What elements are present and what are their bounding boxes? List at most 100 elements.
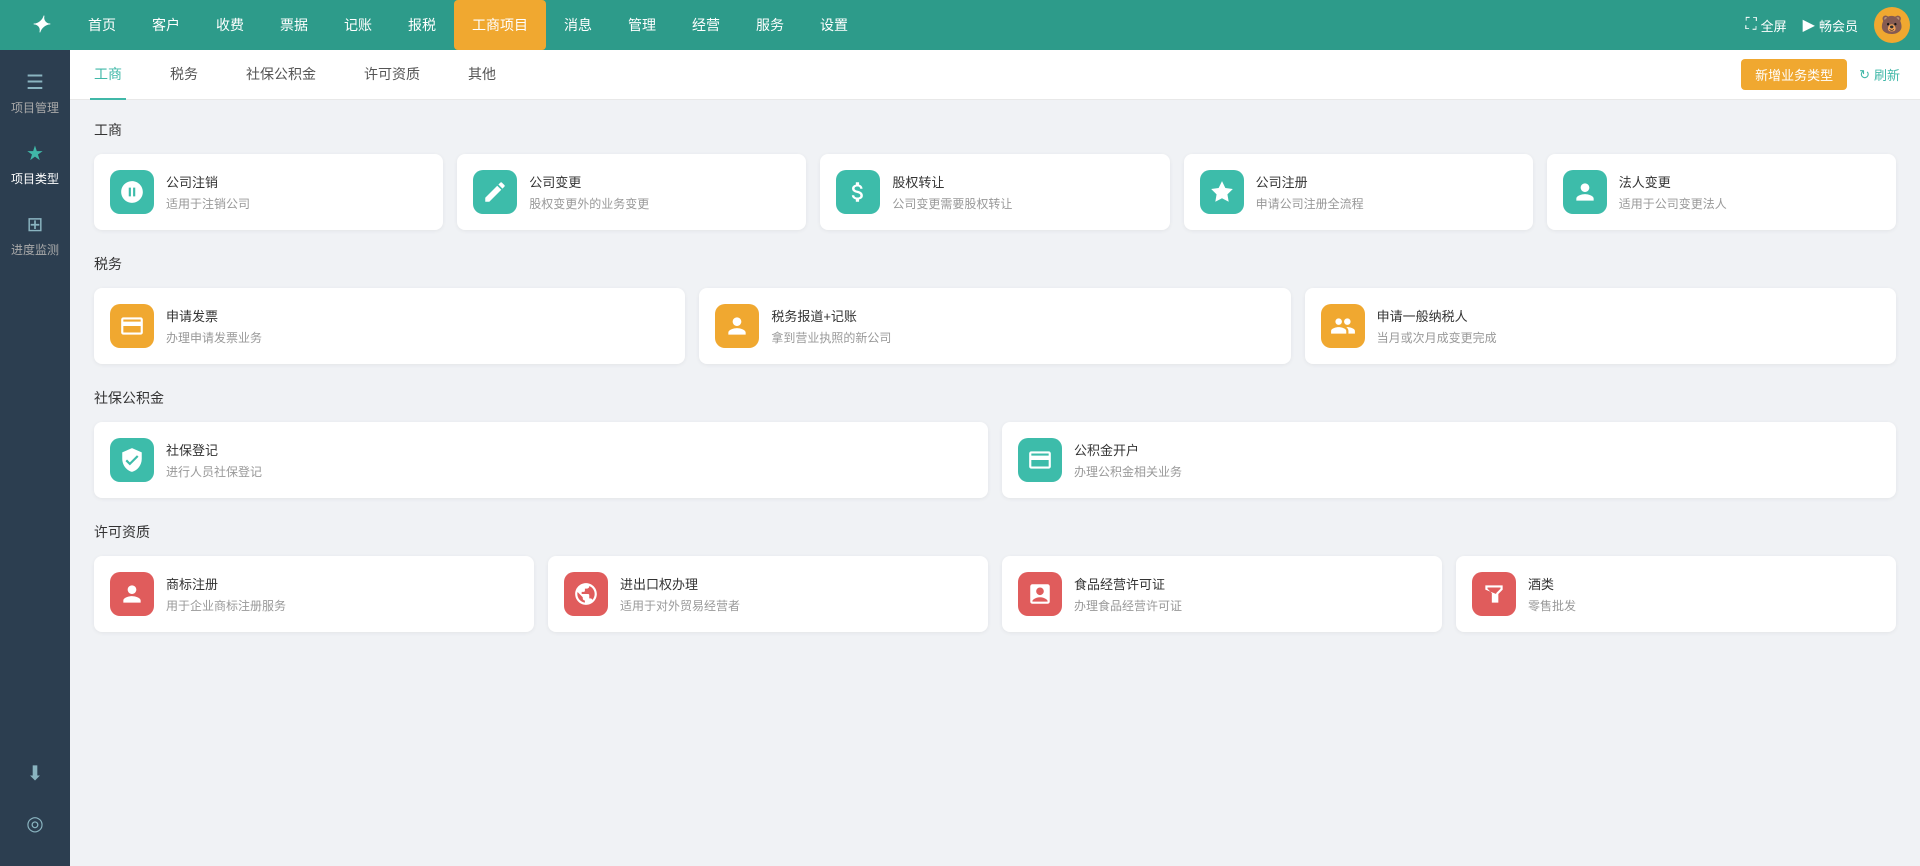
card-company-register-text: 公司注册 申请公司注册全流程	[1256, 172, 1364, 212]
nav-message[interactable]: 消息	[546, 0, 610, 50]
card-trademark-text: 商标注册 用于企业商标注册服务	[166, 574, 286, 614]
card-company-cancel-desc: 适用于注销公司	[166, 195, 250, 212]
card-import-export-text: 进出口权办理 适用于对外贸易经营者	[620, 574, 740, 614]
section-title-shuiwu: 税务	[94, 254, 1896, 274]
card-general-taxpayer-text: 申请一般纳税人 当月或次月成变更完成	[1377, 306, 1497, 346]
card-tax-report-text: 税务报道+记账 拿到营业执照的新公司	[771, 306, 891, 346]
sidebar-download[interactable]: ⬇	[0, 751, 70, 796]
tab-gongshang[interactable]: 工商	[90, 50, 126, 100]
card-company-change-title: 公司变更	[529, 172, 649, 191]
main-content: 工商 税务 社保公积金 许可资质 其他 新增业务类型 ↻ 刷新 工商	[70, 50, 1920, 866]
sidebar: ☰ 项目管理 ★ 项目类型 ⊞ 进度监测 ⬇ ◎	[0, 50, 70, 866]
general-taxpayer-icon	[1321, 304, 1365, 348]
refresh-button[interactable]: ↻ 刷新	[1859, 65, 1900, 84]
card-equity-transfer[interactable]: 股权转让 公司变更需要股权转让	[820, 154, 1169, 230]
location-icon: ◎	[26, 811, 43, 836]
member-icon: ▶	[1803, 15, 1815, 35]
card-company-register-title: 公司注册	[1256, 172, 1364, 191]
card-food-license-text: 食品经营许可证 办理食品经营许可证	[1074, 574, 1182, 614]
card-apply-invoice-title: 申请发票	[166, 306, 262, 325]
card-general-taxpayer[interactable]: 申请一般纳税人 当月或次月成变更完成	[1305, 288, 1896, 364]
card-import-export-desc: 适用于对外贸易经营者	[620, 597, 740, 614]
star-icon: ★	[26, 141, 44, 166]
card-legal-change-desc: 适用于公司变更法人	[1619, 195, 1727, 212]
card-social-insurance[interactable]: 社保登记 进行人员社保登记	[94, 422, 988, 498]
nav-bookkeeping[interactable]: 记账	[326, 0, 390, 50]
card-provident-fund-desc: 办理公积金相关业务	[1074, 463, 1182, 480]
app-logo: ✦	[10, 0, 70, 50]
nav-manage[interactable]: 管理	[610, 0, 674, 50]
card-company-change-text: 公司变更 股权变更外的业务变更	[529, 172, 649, 212]
add-type-button[interactable]: 新增业务类型	[1741, 59, 1847, 90]
nav-service[interactable]: 服务	[738, 0, 802, 50]
xuke-card-grid: 商标注册 用于企业商标注册服务 进出口权办理 适用于对外贸易经营者	[94, 556, 1896, 632]
nav-operation[interactable]: 经营	[674, 0, 738, 50]
card-import-export-title: 进出口权办理	[620, 574, 740, 593]
card-company-cancel[interactable]: 公司注销 适用于注销公司	[94, 154, 443, 230]
nav-settings[interactable]: 设置	[802, 0, 866, 50]
tab-bar: 工商 税务 社保公积金 许可资质 其他 新增业务类型 ↻ 刷新	[70, 50, 1920, 100]
list-icon: ☰	[26, 70, 44, 95]
card-trademark-title: 商标注册	[166, 574, 286, 593]
card-apply-invoice-desc: 办理申请发票业务	[166, 329, 262, 346]
card-food-license-title: 食品经营许可证	[1074, 574, 1182, 593]
sidebar-item-progress-monitor[interactable]: ⊞ 进度监测	[0, 202, 70, 268]
shuiwu-card-grid: 申请发票 办理申请发票业务 税务报道+记账 拿到营业执照的新公司	[94, 288, 1896, 364]
nav-client[interactable]: 客户	[134, 0, 198, 50]
card-company-register-desc: 申请公司注册全流程	[1256, 195, 1364, 212]
sidebar-item-project-management[interactable]: ☰ 项目管理	[0, 60, 70, 126]
tab-shebao[interactable]: 社保公积金	[242, 50, 320, 100]
card-equity-transfer-desc: 公司变更需要股权转让	[892, 195, 1012, 212]
nav-tax[interactable]: 报税	[390, 0, 454, 50]
refresh-label: 刷新	[1874, 65, 1900, 84]
card-tax-report-desc: 拿到营业执照的新公司	[771, 329, 891, 346]
sidebar-location[interactable]: ◎	[0, 801, 70, 846]
card-liquor-desc: 零售批发	[1528, 597, 1576, 614]
card-company-change[interactable]: 公司变更 股权变更外的业务变更	[457, 154, 806, 230]
card-company-register[interactable]: 公司注册 申请公司注册全流程	[1184, 154, 1533, 230]
card-liquor-title: 酒类	[1528, 574, 1576, 593]
nav-business[interactable]: 工商项目	[454, 0, 546, 50]
card-apply-invoice[interactable]: 申请发票 办理申请发票业务	[94, 288, 685, 364]
card-general-taxpayer-title: 申请一般纳税人	[1377, 306, 1497, 325]
equity-transfer-icon	[836, 170, 880, 214]
card-provident-fund-title: 公积金开户	[1074, 440, 1182, 459]
nav-right: ⛶ 全屏 ▶ 畅会员 🐻	[1745, 7, 1920, 43]
card-import-export[interactable]: 进出口权办理 适用于对外贸易经营者	[548, 556, 988, 632]
card-food-license-desc: 办理食品经营许可证	[1074, 597, 1182, 614]
card-provident-fund[interactable]: 公积金开户 办理公积金相关业务	[1002, 422, 1896, 498]
card-legal-change[interactable]: 法人变更 适用于公司变更法人	[1547, 154, 1896, 230]
card-liquor-text: 酒类 零售批发	[1528, 574, 1576, 614]
company-change-icon	[473, 170, 517, 214]
card-liquor[interactable]: 酒类 零售批发	[1456, 556, 1896, 632]
liquor-icon	[1472, 572, 1516, 616]
nav-fee[interactable]: 收费	[198, 0, 262, 50]
nav-home[interactable]: 首页	[70, 0, 134, 50]
monitor-icon: ⊞	[27, 212, 44, 237]
fullscreen-button[interactable]: ⛶ 全屏	[1745, 16, 1786, 35]
tab-other[interactable]: 其他	[464, 50, 500, 100]
fullscreen-label: 全屏	[1761, 16, 1787, 35]
card-company-change-desc: 股权变更外的业务变更	[529, 195, 649, 212]
card-company-cancel-text: 公司注销 适用于注销公司	[166, 172, 250, 212]
tab-xuke[interactable]: 许可资质	[360, 50, 424, 100]
sidebar-item-project-type[interactable]: ★ 项目类型	[0, 131, 70, 197]
nav-ticket[interactable]: 票据	[262, 0, 326, 50]
social-insurance-icon	[110, 438, 154, 482]
download-icon: ⬇	[27, 761, 44, 786]
sidebar-label-project-management: 项目管理	[11, 99, 59, 116]
tab-shuiwu[interactable]: 税务	[166, 50, 202, 100]
fullscreen-icon: ⛶	[1745, 16, 1756, 34]
apply-invoice-icon	[110, 304, 154, 348]
card-company-cancel-title: 公司注销	[166, 172, 250, 191]
avatar[interactable]: 🐻	[1874, 7, 1910, 43]
card-provident-fund-text: 公积金开户 办理公积金相关业务	[1074, 440, 1182, 480]
member-button[interactable]: ▶ 畅会员	[1803, 15, 1858, 35]
food-license-icon	[1018, 572, 1062, 616]
card-food-license[interactable]: 食品经营许可证 办理食品经营许可证	[1002, 556, 1442, 632]
card-trademark[interactable]: 商标注册 用于企业商标注册服务	[94, 556, 534, 632]
card-tax-report[interactable]: 税务报道+记账 拿到营业执照的新公司	[699, 288, 1290, 364]
refresh-icon: ↻	[1859, 67, 1870, 83]
tab-right-actions: 新增业务类型 ↻ 刷新	[1741, 59, 1900, 90]
tax-report-icon	[715, 304, 759, 348]
